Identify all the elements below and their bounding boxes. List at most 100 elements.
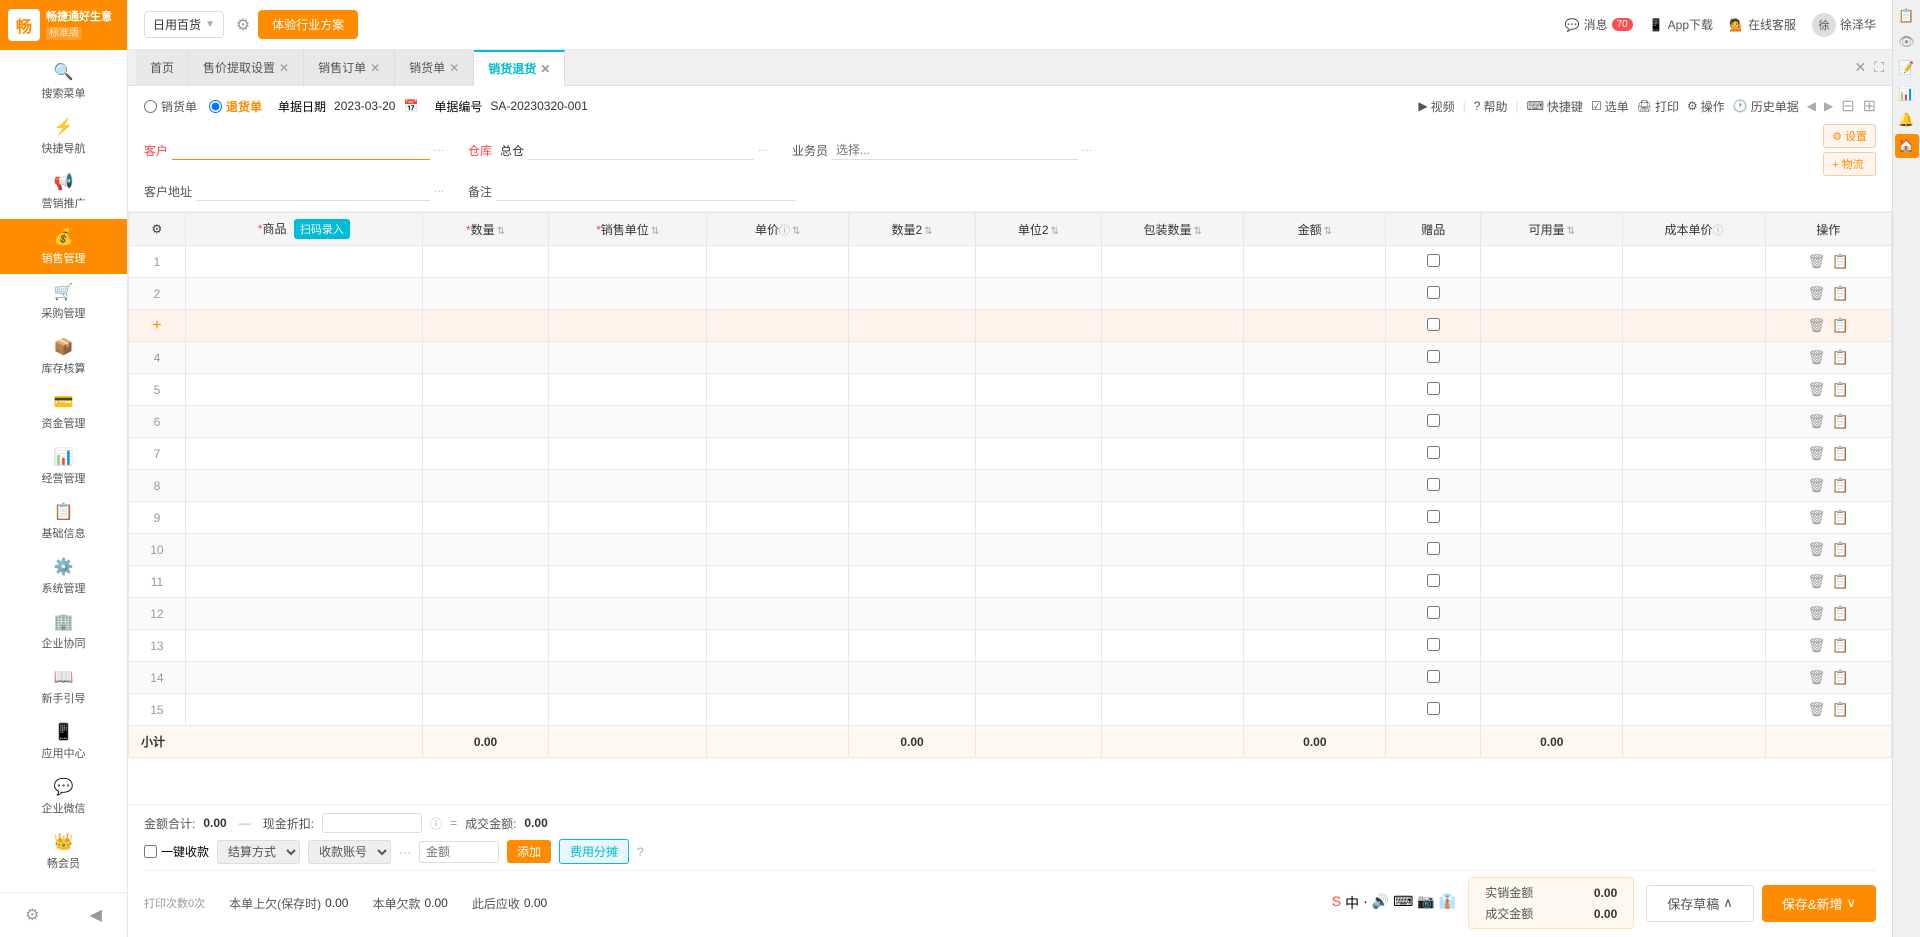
unit2-cell-4[interactable] bbox=[975, 342, 1101, 374]
settings-btn[interactable]: ⚙ 设置 bbox=[1823, 124, 1876, 148]
cost-price-cell-4[interactable] bbox=[1623, 342, 1765, 374]
view-toggle-list[interactable]: ⊟ bbox=[1841, 96, 1854, 116]
unit-price-cell-15[interactable] bbox=[707, 694, 849, 726]
copy-icon-10[interactable]: 📋 bbox=[1831, 541, 1848, 558]
tab-sales-delivery[interactable]: 销货单 ✕ bbox=[395, 50, 474, 86]
unit2-sort-icon[interactable]: ⇅ bbox=[1051, 226, 1059, 237]
unit2-cell-1[interactable] bbox=[975, 246, 1101, 278]
quantity-cell-3[interactable] bbox=[422, 310, 548, 342]
sidebar-item-app-center[interactable]: 📱 应用中心 bbox=[0, 714, 127, 769]
gift-checkbox-11[interactable] bbox=[1427, 574, 1440, 587]
user-menu[interactable]: 徐 徐泽华 bbox=[1812, 13, 1876, 37]
operate-action[interactable]: ⚙ 操作 bbox=[1687, 98, 1725, 115]
sidebar-item-system[interactable]: ⚙️ 系统管理 bbox=[0, 549, 127, 604]
sidebar-item-marketing[interactable]: 📢 营销推广 bbox=[0, 164, 127, 219]
sidebar-item-enterprise[interactable]: 🏢 企业协同 bbox=[0, 604, 127, 659]
one-click-payment-checkbox[interactable]: 一键收款 bbox=[144, 843, 209, 860]
quantity-cell-5[interactable] bbox=[422, 374, 548, 406]
cost-price-cell-3[interactable] bbox=[1623, 310, 1765, 342]
cost-price-cell-6[interactable] bbox=[1623, 406, 1765, 438]
gift-cell-8[interactable] bbox=[1386, 470, 1481, 502]
industry-select[interactable]: 日用百货 ▼ bbox=[144, 11, 224, 38]
copy-icon-14[interactable]: 📋 bbox=[1831, 669, 1848, 686]
copy-icon-15[interactable]: 📋 bbox=[1831, 701, 1848, 718]
sidebar-item-quick-nav[interactable]: ⚡ 快捷导航 bbox=[0, 109, 127, 164]
delete-icon-12[interactable]: 🗑 bbox=[1808, 605, 1826, 622]
unit2-cell-15[interactable] bbox=[975, 694, 1101, 726]
tab-close-sales-order[interactable]: ✕ bbox=[370, 61, 380, 75]
save-new-button[interactable]: 保存&新增 ∨ bbox=[1762, 885, 1876, 922]
goods-input-5[interactable] bbox=[194, 382, 414, 397]
goods-cell-1[interactable] bbox=[185, 246, 422, 278]
shortcut-action[interactable]: ⌨ 快捷键 bbox=[1527, 98, 1583, 115]
available-cell-7[interactable] bbox=[1481, 438, 1623, 470]
cost-price-cell-2[interactable] bbox=[1623, 278, 1765, 310]
qty2-cell-4[interactable] bbox=[849, 342, 975, 374]
add-row-icon[interactable]: + bbox=[152, 317, 161, 334]
qty2-cell-10[interactable] bbox=[849, 534, 975, 566]
amount-cell-15[interactable] bbox=[1244, 694, 1386, 726]
gift-cell-4[interactable] bbox=[1386, 342, 1481, 374]
goods-cell-4[interactable] bbox=[185, 342, 422, 374]
salesperson-input[interactable] bbox=[832, 141, 1078, 160]
discount-input[interactable] bbox=[322, 813, 422, 833]
sales-unit-cell-2[interactable] bbox=[549, 278, 707, 310]
delete-icon-15[interactable]: 🗑 bbox=[1808, 701, 1826, 718]
available-cell-15[interactable] bbox=[1481, 694, 1623, 726]
unit-price-cell-14[interactable] bbox=[707, 662, 849, 694]
amount-cell-1[interactable] bbox=[1244, 246, 1386, 278]
quantity-cell-11[interactable] bbox=[422, 566, 548, 598]
quantity-cell-12[interactable] bbox=[422, 598, 548, 630]
goods-input-6[interactable] bbox=[194, 414, 414, 429]
unit2-cell-14[interactable] bbox=[975, 662, 1101, 694]
quantity-cell-1[interactable] bbox=[422, 246, 548, 278]
qty2-cell-7[interactable] bbox=[849, 438, 975, 470]
copy-icon-5[interactable]: 📋 bbox=[1831, 381, 1848, 398]
pack-qty-cell-1[interactable] bbox=[1102, 246, 1244, 278]
available-cell-3[interactable] bbox=[1481, 310, 1623, 342]
save-draft-button[interactable]: 保存草稿 ∧ bbox=[1646, 885, 1754, 922]
unit-price-cell-9[interactable] bbox=[707, 502, 849, 534]
gift-checkbox-4[interactable] bbox=[1427, 350, 1440, 363]
account-dots[interactable]: ··· bbox=[399, 845, 411, 859]
pack-qty-cell-5[interactable] bbox=[1102, 374, 1244, 406]
qty2-cell-5[interactable] bbox=[849, 374, 975, 406]
gift-cell-9[interactable] bbox=[1386, 502, 1481, 534]
goods-cell-12[interactable] bbox=[185, 598, 422, 630]
copy-icon-8[interactable]: 📋 bbox=[1831, 477, 1848, 494]
sales-unit-cell-7[interactable] bbox=[549, 438, 707, 470]
copy-icon-9[interactable]: 📋 bbox=[1831, 509, 1848, 526]
cost-price-cell-7[interactable] bbox=[1623, 438, 1765, 470]
sidebar-item-sales[interactable]: 💰 销售管理 bbox=[0, 219, 127, 274]
gift-cell-7[interactable] bbox=[1386, 438, 1481, 470]
salesperson-dots[interactable]: ··· bbox=[1082, 145, 1092, 156]
rp-icon-1[interactable]: 📋 bbox=[1895, 4, 1919, 28]
sidebar-item-finance[interactable]: 💳 资金管理 bbox=[0, 384, 127, 439]
quantity-cell-2[interactable] bbox=[422, 278, 548, 310]
amount-cell-9[interactable] bbox=[1244, 502, 1386, 534]
delete-icon-9[interactable]: 🗑 bbox=[1808, 509, 1826, 526]
amount-cell-13[interactable] bbox=[1244, 630, 1386, 662]
cost-price-cell-5[interactable] bbox=[1623, 374, 1765, 406]
copy-icon-2[interactable]: 📋 bbox=[1831, 285, 1848, 302]
gift-checkbox-14[interactable] bbox=[1427, 670, 1440, 683]
gift-checkbox-1[interactable] bbox=[1427, 254, 1440, 267]
notification-btn[interactable]: 💬 消息 70 bbox=[1565, 16, 1633, 33]
gift-checkbox-13[interactable] bbox=[1427, 638, 1440, 651]
rp-icon-3[interactable]: 📝 bbox=[1895, 56, 1919, 80]
unit2-cell-3[interactable] bbox=[975, 310, 1101, 342]
gift-cell-11[interactable] bbox=[1386, 566, 1481, 598]
pack-qty-cell-9[interactable] bbox=[1102, 502, 1244, 534]
sidebar-collapse-btn[interactable]: ◀ bbox=[82, 901, 110, 929]
delete-icon-5[interactable]: 🗑 bbox=[1808, 381, 1826, 398]
cost-price-cell-10[interactable] bbox=[1623, 534, 1765, 566]
available-cell-2[interactable] bbox=[1481, 278, 1623, 310]
quantity-cell-9[interactable] bbox=[422, 502, 548, 534]
goods-input-4[interactable] bbox=[194, 350, 414, 365]
copy-icon-4[interactable]: 📋 bbox=[1831, 349, 1848, 366]
copy-icon-6[interactable]: 📋 bbox=[1831, 413, 1848, 430]
available-cell-6[interactable] bbox=[1481, 406, 1623, 438]
available-cell-12[interactable] bbox=[1481, 598, 1623, 630]
qty2-cell-15[interactable] bbox=[849, 694, 975, 726]
rp-icon-4[interactable]: 📊 bbox=[1895, 82, 1919, 106]
